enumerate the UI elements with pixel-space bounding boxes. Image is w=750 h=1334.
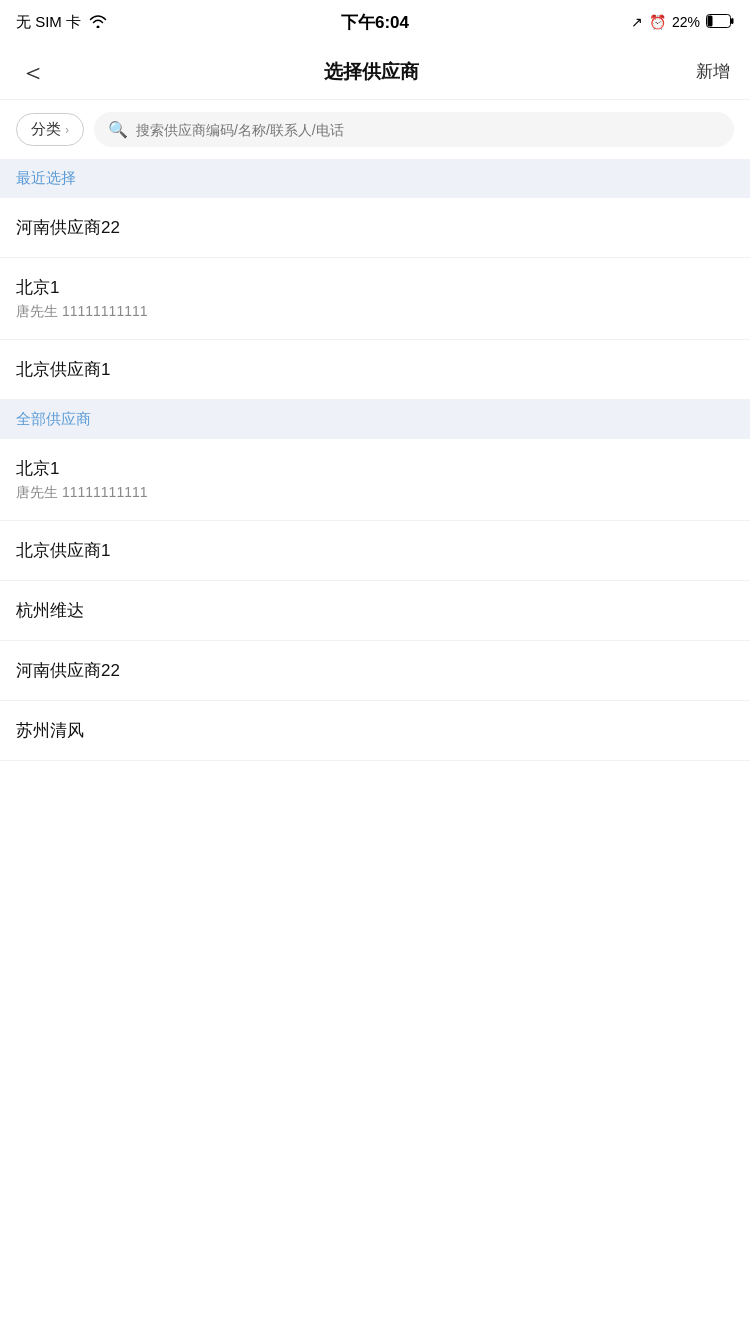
- list-item[interactable]: 河南供应商22: [0, 641, 750, 701]
- location-icon: ↗: [631, 14, 643, 30]
- list-item[interactable]: 杭州维达: [0, 581, 750, 641]
- list-item[interactable]: 苏州清风: [0, 701, 750, 761]
- item-name: 北京1: [16, 276, 734, 299]
- status-bar: 无 SIM 卡 下午6:04 ↗ ⏰ 22%: [0, 0, 750, 44]
- recent-items-list: 河南供应商22 北京1 唐先生 11111111111 北京供应商1: [0, 198, 750, 400]
- item-name: 北京供应商1: [16, 539, 734, 562]
- search-icon: 🔍: [108, 120, 128, 139]
- item-sub: 唐先生 11111111111: [16, 484, 734, 502]
- item-name: 杭州维达: [16, 599, 734, 622]
- item-name: 河南供应商22: [16, 216, 734, 239]
- list-item[interactable]: 北京1 唐先生 11111111111: [0, 258, 750, 340]
- category-label: 分类: [31, 120, 61, 139]
- list-item[interactable]: 河南供应商22: [0, 198, 750, 258]
- status-time: 下午6:04: [341, 11, 409, 34]
- page-title: 选择供应商: [324, 59, 419, 85]
- recent-section-header: 最近选择: [0, 159, 750, 198]
- filter-bar: 分类 › 🔍: [0, 100, 750, 159]
- category-filter-button[interactable]: 分类 ›: [16, 113, 84, 146]
- status-left: 无 SIM 卡: [16, 13, 107, 32]
- search-box[interactable]: 🔍: [94, 112, 734, 147]
- item-name: 河南供应商22: [16, 659, 734, 682]
- recent-section-label: 最近选择: [16, 169, 76, 186]
- all-section-header: 全部供应商: [0, 400, 750, 439]
- back-button[interactable]: ＜: [20, 59, 46, 85]
- list-item[interactable]: 北京供应商1: [0, 340, 750, 400]
- nav-bar: ＜ 选择供应商 新增: [0, 44, 750, 100]
- all-section-label: 全部供应商: [16, 410, 91, 427]
- wifi-icon: [89, 14, 107, 31]
- search-input[interactable]: [136, 122, 720, 138]
- svg-rect-2: [708, 15, 713, 26]
- item-name: 北京1: [16, 457, 734, 480]
- list-item[interactable]: 北京1 唐先生 11111111111: [0, 439, 750, 521]
- status-right: ↗ ⏰ 22%: [631, 14, 734, 31]
- alarm-icon: ⏰: [649, 14, 666, 30]
- add-button[interactable]: 新增: [696, 60, 730, 83]
- battery-icon: [706, 14, 734, 31]
- sim-status: 无 SIM 卡: [16, 13, 81, 32]
- list-item[interactable]: 北京供应商1: [0, 521, 750, 581]
- svg-rect-1: [731, 18, 734, 24]
- all-items-list: 北京1 唐先生 11111111111 北京供应商1 杭州维达河南供应商22 苏州清风: [0, 439, 750, 761]
- item-name: 苏州清风: [16, 719, 734, 742]
- chevron-right-icon: ›: [65, 123, 69, 137]
- item-sub: 唐先生 11111111111: [16, 303, 734, 321]
- battery-percent: 22%: [672, 14, 700, 30]
- item-name: 北京供应商1: [16, 358, 734, 381]
